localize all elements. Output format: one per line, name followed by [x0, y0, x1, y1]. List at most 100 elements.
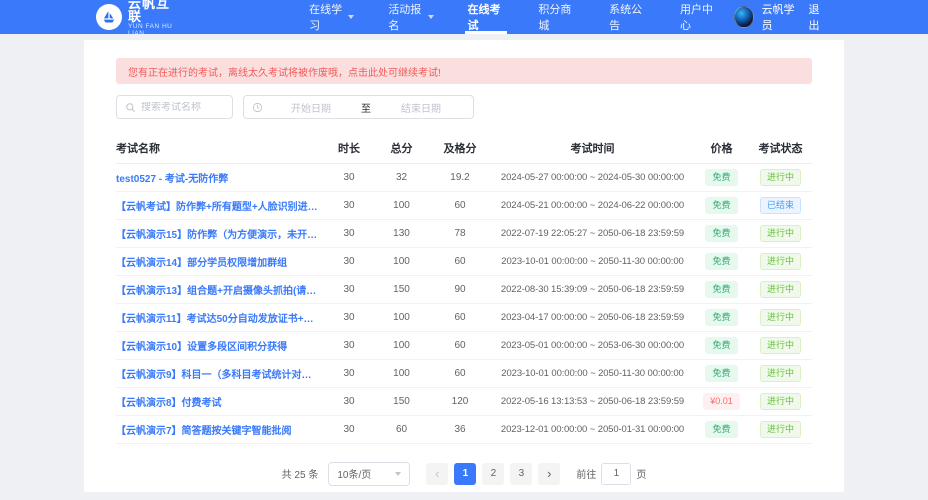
- exam-name-link[interactable]: 【云帆演示7】简答题按关键字智能批阅: [116, 422, 324, 437]
- brand-subtitle: YUN FAN HU LIAN: [128, 24, 182, 38]
- table-row: 【云帆演示7】简答题按关键字智能批阅 30 60 36 2023-12-01 0…: [116, 415, 812, 443]
- chevron-down-icon: [395, 472, 401, 476]
- exam-total-score: 130: [374, 219, 429, 247]
- exam-pass-score: 60: [429, 359, 491, 387]
- page-jump: 前往 页: [576, 463, 646, 485]
- page-button-1[interactable]: 1: [454, 463, 476, 485]
- status-badge: 进行中: [760, 281, 801, 298]
- nav-item-online-exam[interactable]: 在线考试: [451, 0, 522, 34]
- exam-duration: 30: [324, 163, 374, 191]
- exam-list-card: 您有正在进行的考试，离线太久考试将被作废哦，点击此处可继续考试! 开始日期 至 …: [84, 40, 844, 492]
- exam-total-score: 100: [374, 247, 429, 275]
- brand-logo[interactable]: 云帆互联 YUN FAN HU LIAN: [96, 0, 182, 34]
- pagination: 共 25 条 10条/页 ‹ 1 2 3 › 前往 页: [116, 462, 812, 486]
- next-page-button[interactable]: ›: [538, 463, 560, 485]
- exam-duration: 30: [324, 219, 374, 247]
- start-date-input[interactable]: 开始日期: [267, 100, 355, 115]
- prev-page-button[interactable]: ‹: [426, 463, 448, 485]
- exam-name-link[interactable]: 【云帆演示15】防作弊（为方便演示，未开…: [116, 226, 324, 241]
- exam-time-range: 2023-04-17 00:00:00 ~ 2050-06-18 23:59:5…: [491, 303, 694, 331]
- nav-label: 在线考试: [468, 1, 505, 33]
- status-badge: 进行中: [760, 337, 801, 354]
- exam-time-range: 2023-10-01 00:00:00 ~ 2050-11-30 00:00:0…: [491, 247, 694, 275]
- nav-label: 积分商城: [538, 1, 575, 33]
- jump-suffix: 页: [636, 466, 646, 481]
- exam-duration: 30: [324, 387, 374, 415]
- exam-duration: 30: [324, 247, 374, 275]
- exam-time-range: 2022-07-19 22:05:27 ~ 2050-06-18 23:59:5…: [491, 219, 694, 247]
- logout-button[interactable]: 退出: [809, 1, 828, 33]
- exam-name-link[interactable]: 【云帆演示11】考试达50分自动发放证书+…: [116, 310, 324, 325]
- end-date-input[interactable]: 结束日期: [377, 100, 465, 115]
- exam-name-link[interactable]: 【云帆演示10】设置多段区间积分获得: [116, 338, 324, 353]
- status-badge: 进行中: [760, 225, 801, 242]
- nav-item-user-center[interactable]: 用户中心: [663, 0, 734, 34]
- user-name[interactable]: 云帆学员: [762, 1, 801, 33]
- exam-name-link[interactable]: test0527 - 考试-无防作弊: [116, 170, 324, 185]
- table-row: 【云帆演示11】考试达50分自动发放证书+… 30 100 60 2023-04…: [116, 303, 812, 331]
- col-pass-score: 及格分: [429, 133, 491, 163]
- exam-total-score: 100: [374, 359, 429, 387]
- page-size-value: 10条/页: [337, 466, 371, 481]
- exam-time-range: 2024-05-27 00:00:00 ~ 2024-05-30 00:00:0…: [491, 163, 694, 191]
- exam-time-range: 2023-05-01 00:00:00 ~ 2053-06-30 00:00:0…: [491, 331, 694, 359]
- exam-pass-score: 36: [429, 415, 491, 443]
- date-range-picker[interactable]: 开始日期 至 结束日期: [243, 95, 474, 119]
- exam-name-link[interactable]: 【云帆考试】防作弊+所有题型+人脸识别进…: [116, 198, 324, 213]
- exam-pass-score: 60: [429, 191, 491, 219]
- page-button-3[interactable]: 3: [510, 463, 532, 485]
- exam-name-link[interactable]: 【云帆演示9】科目一（多科目考试统计对…: [116, 366, 324, 381]
- price-badge: ¥0.01: [703, 393, 740, 410]
- status-badge: 进行中: [760, 253, 801, 270]
- exam-time-range: 2023-12-01 00:00:00 ~ 2050-01-31 00:00:0…: [491, 415, 694, 443]
- filter-bar: 开始日期 至 结束日期: [116, 95, 812, 119]
- status-badge: 已结束: [760, 197, 801, 214]
- chevron-down-icon: [348, 15, 354, 19]
- exam-pass-score: 60: [429, 303, 491, 331]
- page-size-select[interactable]: 10条/页: [328, 462, 410, 486]
- exam-search-box[interactable]: [116, 95, 233, 119]
- user-area: 云帆学员 退出: [734, 0, 828, 34]
- exam-duration: 30: [324, 303, 374, 331]
- sailboat-logo-icon: [96, 4, 122, 30]
- ongoing-exam-alert[interactable]: 您有正在进行的考试，离线太久考试将被作废哦，点击此处可继续考试!: [116, 58, 812, 84]
- user-avatar[interactable]: [734, 6, 754, 28]
- brand-title: 云帆互联: [128, 0, 182, 24]
- exam-time-range: 2022-05-16 13:13:53 ~ 2050-06-18 23:59:5…: [491, 387, 694, 415]
- exam-duration: 30: [324, 331, 374, 359]
- status-badge: 进行中: [760, 309, 801, 326]
- exam-total-score: 150: [374, 387, 429, 415]
- exam-name-link[interactable]: 【云帆演示13】组合题+开启摄像头抓拍(请…: [116, 282, 324, 297]
- clock-icon: [252, 102, 263, 113]
- jump-page-input[interactable]: [601, 463, 631, 485]
- status-badge: 进行中: [760, 421, 801, 438]
- exam-name-link[interactable]: 【云帆演示14】部分学员权限增加群组: [116, 254, 324, 269]
- price-badge: 免费: [705, 337, 737, 354]
- nav-item-activity-signup[interactable]: 活动报名: [371, 0, 450, 34]
- price-badge: 免费: [705, 281, 737, 298]
- status-badge: 进行中: [760, 365, 801, 382]
- table-row: 【云帆演示10】设置多段区间积分获得 30 100 60 2023-05-01 …: [116, 331, 812, 359]
- nav-item-points-mall[interactable]: 积分商城: [521, 0, 592, 34]
- col-exam-time: 考试时间: [491, 133, 694, 163]
- exam-total-score: 60: [374, 415, 429, 443]
- search-input[interactable]: [141, 102, 224, 113]
- table-row: 【云帆演示8】付费考试 30 150 120 2022-05-16 13:13:…: [116, 387, 812, 415]
- exam-total-score: 32: [374, 163, 429, 191]
- table-row: 【云帆演示14】部分学员权限增加群组 30 100 60 2023-10-01 …: [116, 247, 812, 275]
- exam-duration: 30: [324, 359, 374, 387]
- exam-time-range: 2024-05-21 00:00:00 ~ 2024-06-22 00:00:0…: [491, 191, 694, 219]
- nav-item-system-notice[interactable]: 系统公告: [592, 0, 663, 34]
- exam-total-score: 100: [374, 303, 429, 331]
- exam-pass-score: 60: [429, 247, 491, 275]
- exam-name-link[interactable]: 【云帆演示8】付费考试: [116, 394, 324, 409]
- table-row: 【云帆演示15】防作弊（为方便演示，未开… 30 130 78 2022-07-…: [116, 219, 812, 247]
- jump-prefix: 前往: [576, 466, 596, 481]
- exam-pass-score: 60: [429, 331, 491, 359]
- exam-pass-score: 19.2: [429, 163, 491, 191]
- nav-item-online-study[interactable]: 在线学习: [292, 0, 371, 34]
- price-badge: 免费: [705, 309, 737, 326]
- main-nav: 在线学习 活动报名 在线考试 积分商城 系统公告 用户中心: [292, 0, 734, 34]
- table-row: test0527 - 考试-无防作弊 30 32 19.2 2024-05-27…: [116, 163, 812, 191]
- page-button-2[interactable]: 2: [482, 463, 504, 485]
